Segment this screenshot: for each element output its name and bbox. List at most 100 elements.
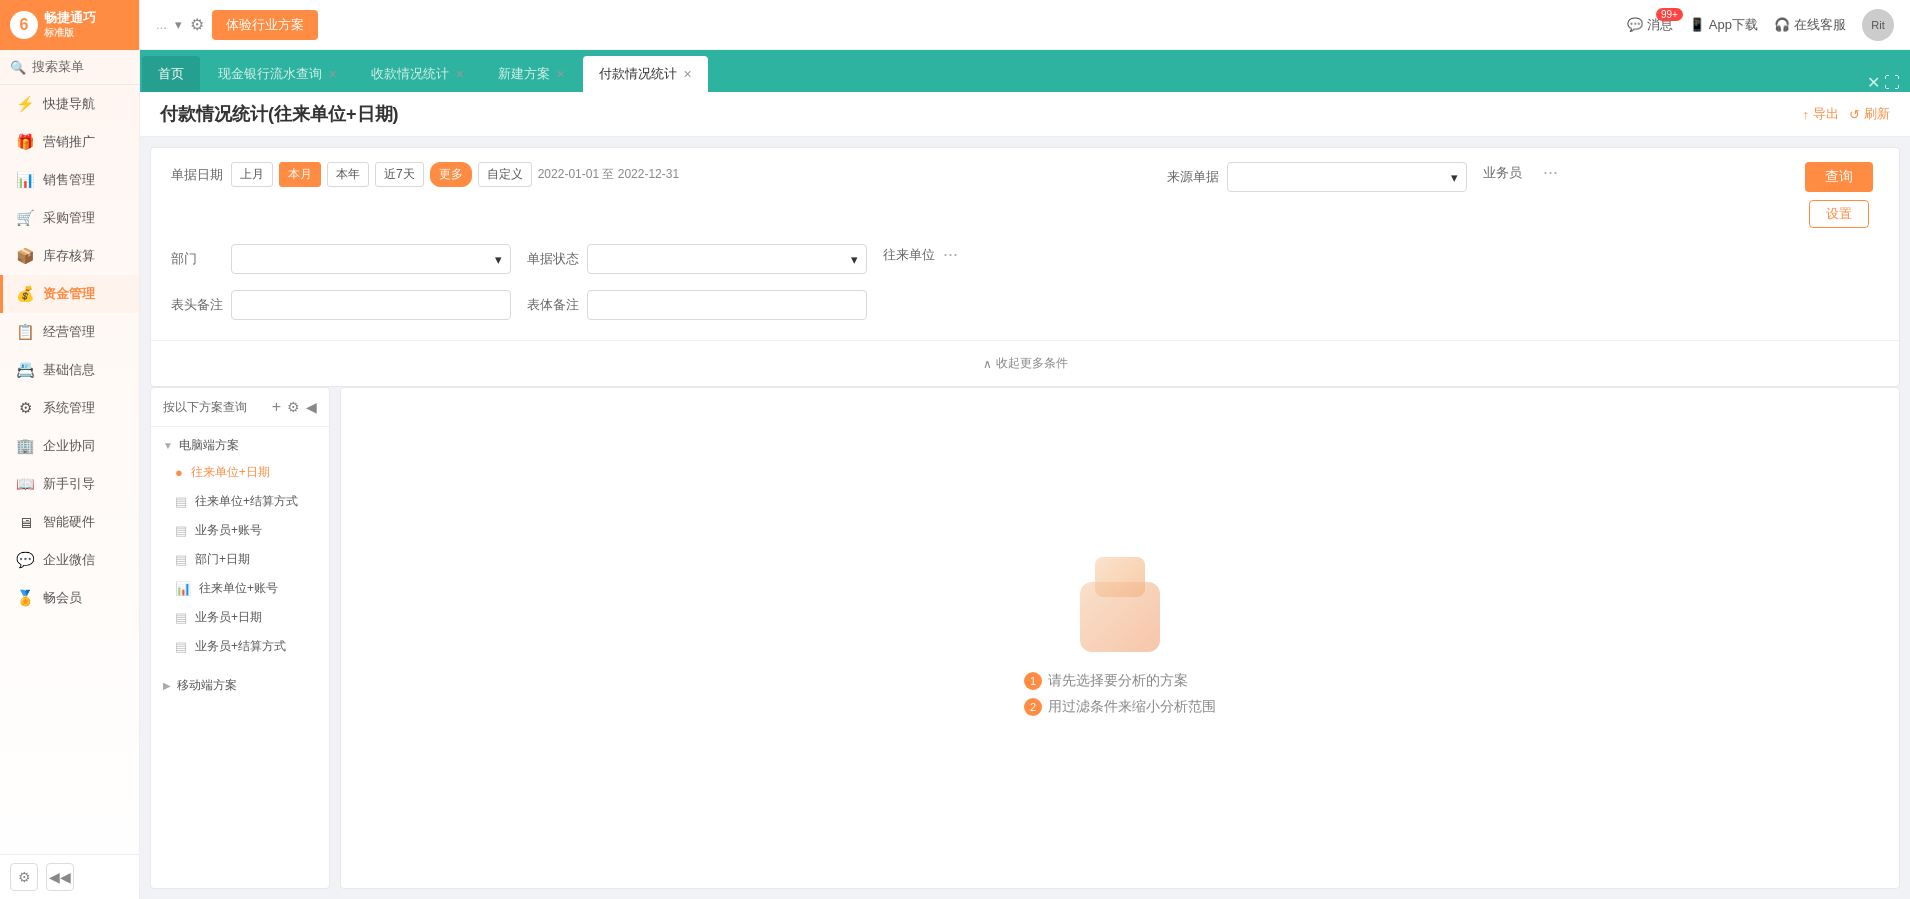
scheme-header-actions: + ⚙ ◀	[272, 398, 317, 416]
messages-button[interactable]: 💬 消息 99+	[1627, 16, 1673, 34]
date-btn-this-year[interactable]: 本年	[327, 162, 369, 187]
pc-group-arrow: ▼	[163, 440, 173, 451]
source-select[interactable]: ▾	[1227, 162, 1467, 192]
page-title: 付款情况统计(往来单位+日期)	[160, 102, 399, 126]
date-btn-7days[interactable]: 近7天	[375, 162, 424, 187]
tab-bank[interactable]: 现金银行流水查询 ✕	[202, 56, 353, 92]
scheme-item-partner-date[interactable]: ● 往来单位+日期	[151, 458, 329, 487]
settings-button[interactable]: ⚙	[10, 863, 38, 891]
scheme-item-dept-date[interactable]: ▤ 部门+日期	[151, 545, 329, 574]
user-avatar[interactable]: Rit	[1862, 9, 1894, 41]
messages-badge: 99+	[1656, 8, 1683, 21]
filter-row-1: 单据日期 上月 本月 本年 近7天 更多 自定义 2022-01-01 至 20…	[171, 162, 1879, 228]
topbar-right: 💬 消息 99+ 📱 App下载 🎧 在线客服 Rit	[1627, 9, 1894, 41]
tab-payment[interactable]: 付款情况统计 ✕	[583, 56, 708, 92]
export-button[interactable]: ↑ 导出	[1803, 105, 1840, 123]
tabs-actions: ✕ ⛶	[1857, 73, 1910, 92]
tab-bank-close[interactable]: ✕	[328, 68, 337, 81]
tab-receipt-close[interactable]: ✕	[455, 68, 464, 81]
tab-new-scheme-close[interactable]: ✕	[556, 68, 565, 81]
date-btn-more[interactable]: 更多	[430, 162, 472, 187]
scheme-header-left: 按以下方案查询	[163, 399, 247, 416]
scheme-item-salesperson-settle[interactable]: ▤ 业务员+结算方式	[151, 632, 329, 661]
body-area: 按以下方案查询 + ⚙ ◀ ▼ 电脑端方案 ● 往来单位+日期	[150, 387, 1900, 889]
scheme-item-icon-3: ▤	[175, 552, 187, 567]
online-service-button[interactable]: 🎧 在线客服	[1774, 16, 1846, 34]
sidebar-nav: ⚡ 快捷导航 🎁 营销推广 📊 销售管理 🛒 采购管理 📦 库存核算 💰 资金管…	[0, 85, 139, 854]
main-area: ... ▾ ⚙ 体验行业方案 💬 消息 99+ 📱 App下载 🎧 在线客服 R…	[140, 0, 1910, 899]
tab-payment-close[interactable]: ✕	[683, 68, 692, 81]
refresh-button[interactable]: ↺ 刷新	[1849, 105, 1890, 123]
search-menu[interactable]: 🔍 搜索菜单	[0, 50, 139, 85]
dept-select[interactable]: ▾	[231, 244, 511, 274]
sidebar-item-guide[interactable]: 📖 新手引导	[0, 465, 139, 503]
status-select[interactable]: ▾	[587, 244, 867, 274]
sidebar-item-system[interactable]: ⚙ 系统管理	[0, 389, 139, 427]
date-btn-this-month[interactable]: 本月	[279, 162, 321, 187]
sidebar-item-operation[interactable]: 📋 经营管理	[0, 313, 139, 351]
scheme-mobile-group: ▶ 移动端方案	[151, 667, 329, 704]
sidebar-item-marketing[interactable]: 🎁 营销推广	[0, 123, 139, 161]
nav-icon-operation: 📋	[15, 323, 35, 341]
sidebar-item-sales[interactable]: 📊 销售管理	[0, 161, 139, 199]
filter-partner-item: 往来单位 ···	[883, 244, 1183, 265]
sidebar-item-base[interactable]: 📇 基础信息	[0, 351, 139, 389]
filter-footer: ∧ 收起更多条件	[151, 340, 1899, 386]
scheme-config-button[interactable]: ⚙	[287, 399, 300, 415]
sidebar-item-enterprise[interactable]: 🏢 企业协同	[0, 427, 139, 465]
nav-icon-guide: 📖	[15, 475, 35, 493]
scheme-item-salesperson-date[interactable]: ▤ 业务员+日期	[151, 603, 329, 632]
filter-status-item: 单据状态 ▾	[527, 244, 867, 274]
tab-home[interactable]: 首页	[142, 56, 200, 92]
filter-date-item: 单据日期 上月 本月 本年 近7天 更多 自定义 2022-01-01 至 20…	[171, 162, 1151, 187]
filter-dept-item: 部门 ▾	[171, 244, 511, 274]
scheme-item-partner-account[interactable]: 📊 往来单位+账号	[151, 574, 329, 603]
scheme-add-button[interactable]: +	[272, 398, 281, 416]
scheme-panel: 按以下方案查询 + ⚙ ◀ ▼ 电脑端方案 ● 往来单位+日期	[150, 387, 330, 889]
nav-icon-system: ⚙	[15, 399, 35, 417]
scheme-item-partner-settle[interactable]: ▤ 往来单位+结算方式	[151, 487, 329, 516]
tabs-expand-icon[interactable]: ⛶	[1884, 74, 1900, 92]
scheme-mobile-group-title[interactable]: ▶ 移动端方案	[151, 673, 329, 698]
date-btn-last-month[interactable]: 上月	[231, 162, 273, 187]
query-button[interactable]: 查询	[1805, 162, 1873, 192]
nav-icon-purchase: 🛒	[15, 209, 35, 227]
nav-icon-quick: ⚡	[15, 95, 35, 113]
sidebar-item-member[interactable]: 🏅 畅会员	[0, 579, 139, 617]
status-label: 单据状态	[527, 250, 579, 268]
partner-dots-btn[interactable]: ···	[943, 244, 958, 265]
trial-button[interactable]: 体验行业方案	[212, 10, 318, 40]
topbar-settings-icon[interactable]: ⚙	[190, 15, 204, 34]
sidebar-collapse-button[interactable]: ◀◀	[46, 863, 74, 891]
sidebar-item-capital[interactable]: 💰 资金管理	[0, 275, 139, 313]
sidebar: 6 畅捷通巧 标准版 🔍 搜索菜单 ⚡ 快捷导航 🎁 营销推广 📊 销售管理 🛒…	[0, 0, 140, 899]
nav-icon-capital: 💰	[15, 285, 35, 303]
sidebar-item-quick-nav[interactable]: ⚡ 快捷导航	[0, 85, 139, 123]
sidebar-item-inventory[interactable]: 📦 库存核算	[0, 237, 139, 275]
date-label: 单据日期	[171, 166, 223, 184]
scheme-pc-group-title[interactable]: ▼ 电脑端方案	[151, 433, 329, 458]
dept-label: 部门	[171, 250, 223, 268]
page-header: 付款情况统计(往来单位+日期) ↑ 导出 ↺ 刷新	[140, 92, 1910, 137]
salesperson-dots-btn[interactable]: ···	[1543, 162, 1558, 183]
partner-label: 往来单位	[883, 246, 935, 264]
table-header-note-input[interactable]	[231, 290, 511, 320]
collapse-conditions-button[interactable]: ∧ 收起更多条件	[983, 347, 1068, 380]
sidebar-item-hardware[interactable]: 🖥 智能硬件	[0, 503, 139, 541]
table-header-note-label: 表头备注	[171, 296, 223, 314]
topbar-dropdown-icon[interactable]: ▾	[175, 17, 182, 32]
sidebar-item-purchase[interactable]: 🛒 采购管理	[0, 199, 139, 237]
scheme-panel-collapse-button[interactable]: ◀	[306, 399, 317, 415]
scheme-item-salesperson-account[interactable]: ▤ 业务员+账号	[151, 516, 329, 545]
main-content-area: 1 请先选择要分析的方案 2 用过滤条件来缩小分析范围	[340, 387, 1900, 889]
app-download-button[interactable]: 📱 App下载	[1689, 16, 1758, 34]
phone-icon: 📱	[1689, 17, 1705, 32]
set-button[interactable]: 设置	[1809, 200, 1869, 228]
tab-receipt[interactable]: 收款情况统计 ✕	[355, 56, 480, 92]
tabs-close-all-icon[interactable]: ✕	[1867, 73, 1880, 92]
tab-new-scheme[interactable]: 新建方案 ✕	[482, 56, 581, 92]
sidebar-item-wechat[interactable]: 💬 企业微信	[0, 541, 139, 579]
date-btn-custom[interactable]: 自定义	[478, 162, 532, 187]
table-body-note-input[interactable]	[587, 290, 867, 320]
scheme-item-icon-1: ▤	[175, 494, 187, 509]
